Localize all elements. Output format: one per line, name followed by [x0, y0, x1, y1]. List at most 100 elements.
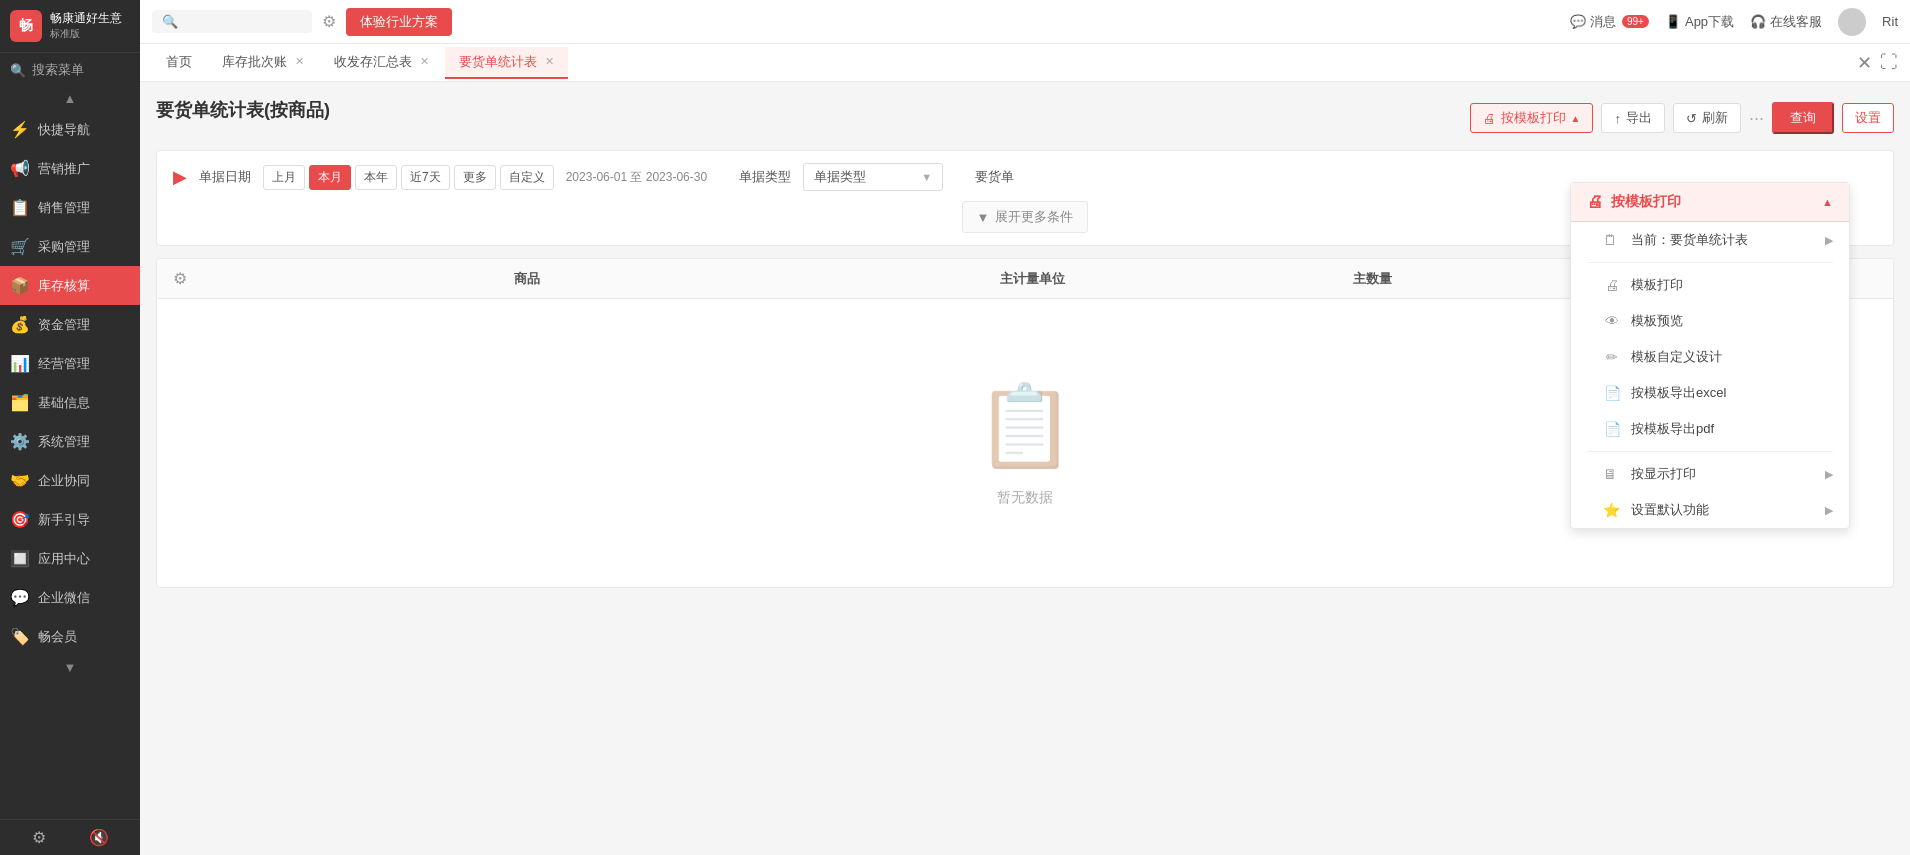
date-btn-this-year[interactable]: 本年 [355, 165, 397, 190]
tabs-actions: ✕ ⛶ [1857, 52, 1898, 74]
scroll-down-btn[interactable]: ▼ [0, 656, 140, 679]
operation-icon: 📊 [10, 354, 30, 373]
sidebar-label: 采购管理 [38, 238, 90, 256]
scroll-up-btn[interactable]: ▲ [0, 87, 140, 110]
sidebar-item-apps[interactable]: 🔲 应用中心 [0, 539, 140, 578]
sidebar-item-inventory[interactable]: 📦 库存核算 [0, 266, 140, 305]
close-tab-btn[interactable]: ✕ [1857, 52, 1872, 74]
refresh-btn[interactable]: ↺ 刷新 [1673, 103, 1741, 133]
dropdown-set-default[interactable]: ⭐ 设置默认功能 ▶ [1571, 492, 1849, 528]
sidebar-item-guide[interactable]: 🎯 新手引导 [0, 500, 140, 539]
export-btn[interactable]: ↑ 导出 [1601, 103, 1665, 133]
sidebar-label: 企业微信 [38, 589, 90, 607]
date-btn-this-month[interactable]: 本月 [309, 165, 351, 190]
message-btn[interactable]: 💬 消息 99+ [1570, 13, 1649, 31]
more-dots-btn[interactable]: ··· [1749, 108, 1764, 129]
export-icon: ↑ [1614, 111, 1621, 126]
search-label: 搜索菜单 [32, 61, 84, 79]
date-btn-last-month[interactable]: 上月 [263, 165, 305, 190]
dropdown-item-label: 按模板导出excel [1631, 384, 1726, 402]
sidebar-item-quick-nav[interactable]: ⚡ 快捷导航 [0, 110, 140, 149]
expand-icon[interactable]: ▶ [173, 166, 187, 188]
date-btn-last-7[interactable]: 近7天 [401, 165, 450, 190]
topbar-search-input[interactable] [184, 14, 284, 29]
dropdown-template-print[interactable]: 🖨 模板打印 [1571, 267, 1849, 303]
dropdown-display-print[interactable]: 🖥 按显示打印 ▶ [1571, 456, 1849, 492]
maximize-tab-btn[interactable]: ⛶ [1880, 52, 1898, 73]
col-product: 商品 [199, 270, 856, 288]
avatar[interactable] [1838, 8, 1866, 36]
tab-close-icon[interactable]: ✕ [545, 55, 554, 68]
sidebar-item-enterprise[interactable]: 🤝 企业协同 [0, 461, 140, 500]
tab-close-icon[interactable]: ✕ [420, 55, 429, 68]
app-download-btn[interactable]: 📱 App下载 [1665, 13, 1734, 31]
dropdown-template-excel[interactable]: 📄 按模板导出excel [1571, 375, 1849, 411]
export-btn-label: 导出 [1626, 109, 1652, 127]
sales-icon: 📋 [10, 198, 30, 217]
dropdown-template-design[interactable]: ✏ 模板自定义设计 [1571, 339, 1849, 375]
topbar-gear-icon[interactable]: ⚙ [322, 12, 336, 31]
sidebar-item-sales[interactable]: 📋 销售管理 [0, 188, 140, 227]
topbar-search-icon: 🔍 [162, 14, 178, 29]
sidebar-item-marketing[interactable]: 📢 营销推广 [0, 149, 140, 188]
settings-bottom-icon[interactable]: ⚙ [32, 828, 46, 847]
sidebar-item-basic[interactable]: 🗂️ 基础信息 [0, 383, 140, 422]
speaker-icon[interactable]: 🔇 [89, 828, 109, 847]
tab-order-stats[interactable]: 要货单统计表 ✕ [445, 47, 568, 79]
sidebar-item-system[interactable]: ⚙️ 系统管理 [0, 422, 140, 461]
date-label: 单据日期 [199, 168, 251, 186]
sidebar-item-wechat[interactable]: 💬 企业微信 [0, 578, 140, 617]
tabs-bar: 首页 库存批次账 ✕ 收发存汇总表 ✕ 要货单统计表 ✕ ✕ ⛶ [140, 44, 1910, 82]
query-btn[interactable]: 查询 [1772, 102, 1834, 134]
sidebar-label: 快捷导航 [38, 121, 90, 139]
wechat-icon: 💬 [10, 588, 30, 607]
expand-arrow[interactable]: ▶ [173, 166, 187, 188]
dropdown-print-icon: 🖨 [1587, 193, 1603, 211]
sidebar-item-operation[interactable]: 📊 经营管理 [0, 344, 140, 383]
experience-btn[interactable]: 体验行业方案 [346, 8, 452, 36]
settings-btn[interactable]: 设置 [1842, 103, 1894, 133]
topbar-search-box[interactable]: 🔍 [152, 10, 312, 33]
print-dropdown-menu: 🖨 按模板打印 ▲ 🗒 当前：要货单统计表 ▶ 🖨 模板打印 👁 模板预览 [1570, 182, 1850, 529]
expand-more-btn[interactable]: ▼ 展开更多条件 [962, 201, 1089, 233]
order-req-label: 要货单 [975, 168, 1014, 186]
date-btn-custom[interactable]: 自定义 [500, 165, 554, 190]
template-pdf-icon: 📄 [1603, 421, 1621, 437]
apps-icon: 🔲 [10, 549, 30, 568]
expand-more-icon: ▼ [977, 210, 990, 225]
dropdown-template-pdf[interactable]: 📄 按模板导出pdf [1571, 411, 1849, 447]
guide-icon: 🎯 [10, 510, 30, 529]
sidebar-logo: 畅 畅康通好生意 标准版 [0, 0, 140, 53]
dropdown-header[interactable]: 🖨 按模板打印 ▲ [1571, 183, 1849, 222]
topbar: 🔍 ⚙ 体验行业方案 💬 消息 99+ 📱 App下载 🎧 在线客服 Rit [140, 0, 1910, 44]
message-icon: 💬 [1570, 14, 1586, 29]
tab-close-icon[interactable]: ✕ [295, 55, 304, 68]
display-print-chevron: ▶ [1825, 468, 1833, 481]
date-btn-more[interactable]: 更多 [454, 165, 496, 190]
dropdown-chevron-up-icon: ▲ [1822, 196, 1833, 208]
search-icon: 🔍 [10, 63, 26, 78]
type-select[interactable]: 单据类型 ▼ [803, 163, 943, 191]
template-print-icon: 🖨 [1603, 277, 1621, 293]
sidebar-item-purchase[interactable]: 🛒 采购管理 [0, 227, 140, 266]
tab-receipt-summary[interactable]: 收发存汇总表 ✕ [320, 47, 443, 79]
table-settings-icon[interactable]: ⚙ [173, 269, 187, 288]
sidebar-search[interactable]: 🔍 搜索菜单 [0, 53, 140, 87]
dropdown-template-preview[interactable]: 👁 模板预览 [1571, 303, 1849, 339]
type-placeholder: 单据类型 [814, 168, 866, 186]
sidebar: 畅 畅康通好生意 标准版 🔍 搜索菜单 ▲ ⚡ 快捷导航 📢 营销推广 📋 销售… [0, 0, 140, 855]
refresh-btn-label: 刷新 [1702, 109, 1728, 127]
service-icon: 🎧 [1750, 14, 1766, 29]
sidebar-label: 销售管理 [38, 199, 90, 217]
dropdown-current-item[interactable]: 🗒 当前：要货单统计表 ▶ [1571, 222, 1849, 258]
sidebar-item-member[interactable]: 🏷️ 畅会员 [0, 617, 140, 656]
sidebar-label: 畅会员 [38, 628, 77, 646]
online-service-btn[interactable]: 🎧 在线客服 [1750, 13, 1822, 31]
sidebar-item-finance[interactable]: 💰 资金管理 [0, 305, 140, 344]
sidebar-label: 资金管理 [38, 316, 90, 334]
dropdown-header-label: 按模板打印 [1611, 193, 1681, 211]
enterprise-icon: 🤝 [10, 471, 30, 490]
tab-inventory-batch[interactable]: 库存批次账 ✕ [208, 47, 318, 79]
tab-home[interactable]: 首页 [152, 47, 206, 79]
print-btn[interactable]: 🖨 按模板打印 ▲ [1470, 103, 1594, 133]
